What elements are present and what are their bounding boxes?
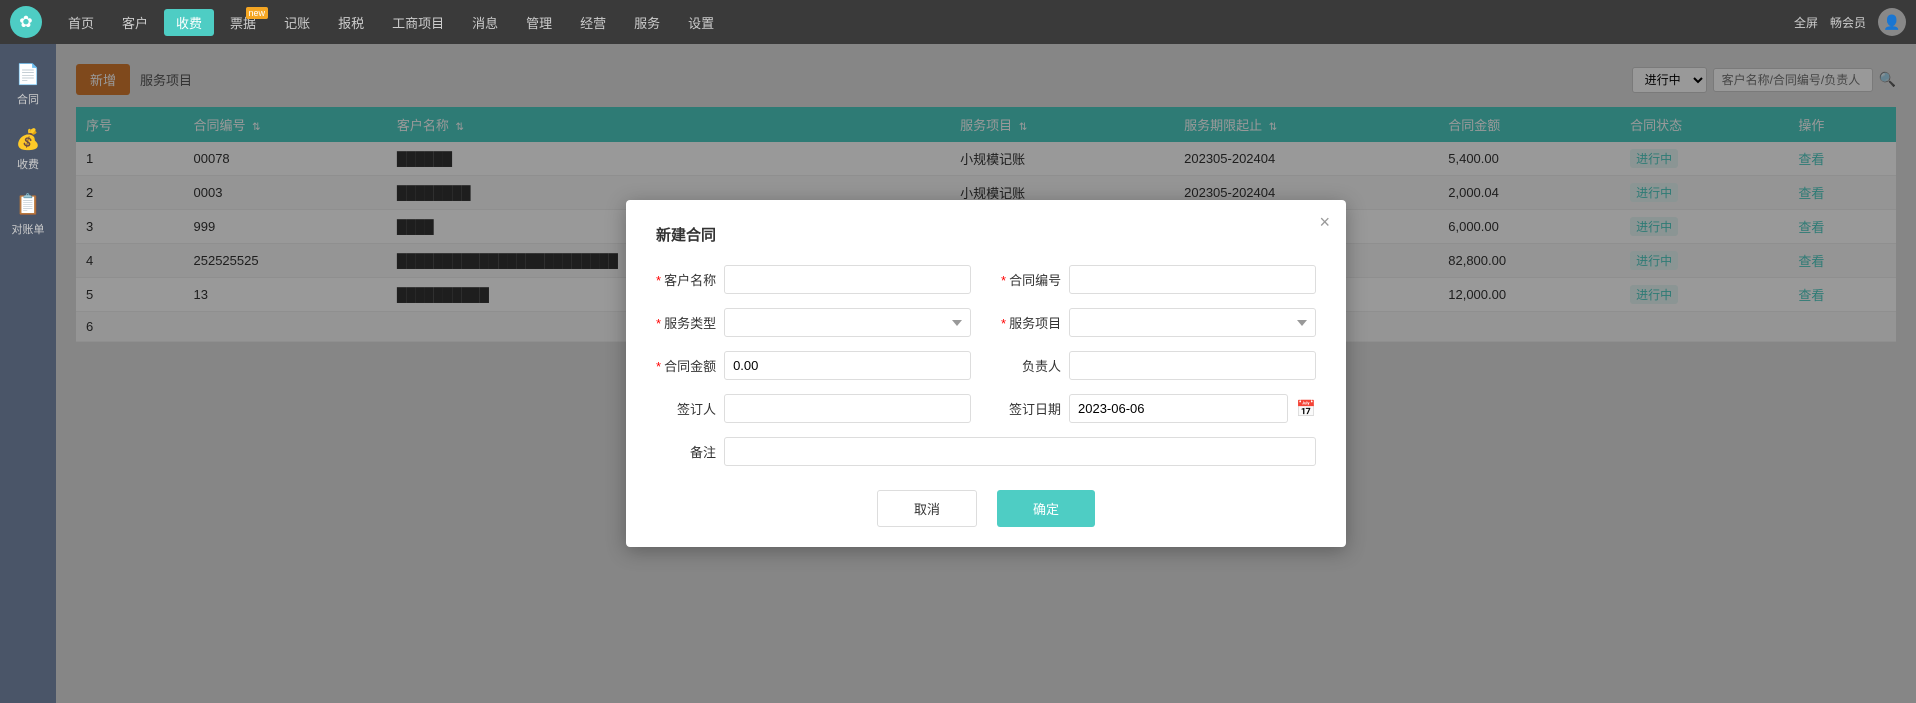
input-contract-no[interactable] — [1069, 265, 1316, 294]
select-service-type[interactable] — [724, 308, 971, 337]
label-customer: 客户名称 — [656, 270, 716, 289]
modal-footer: 取消 确定 — [656, 490, 1316, 527]
nav-service[interactable]: 服务 — [622, 9, 672, 36]
input-remarks[interactable] — [724, 437, 1316, 466]
label-signer: 签订人 — [656, 399, 716, 418]
input-signer[interactable] — [724, 394, 971, 423]
input-contract-amount[interactable] — [724, 351, 971, 380]
cancel-button[interactable]: 取消 — [877, 490, 977, 527]
nav-ticket[interactable]: 票据 new — [218, 9, 268, 36]
nav-customer[interactable]: 客户 — [110, 9, 160, 36]
modal-title: 新建合同 — [656, 224, 1316, 245]
form-row-service-item: 服务项目 — [1001, 308, 1316, 337]
contract-icon: 📄 — [16, 62, 41, 87]
nav-billing[interactable]: 收费 — [164, 9, 214, 36]
form-row-signer: 签订人 — [656, 394, 971, 423]
label-service-type: 服务类型 — [656, 313, 716, 332]
label-responsible: 负责人 — [1001, 356, 1061, 375]
label-amount: 合同金额 — [656, 356, 716, 375]
form-row-responsible: 负责人 — [1001, 351, 1316, 380]
select-service-item[interactable] — [1069, 308, 1316, 337]
vip-label[interactable]: 畅会员 — [1830, 14, 1866, 31]
sidebar: 📄 合同 💰 收费 📋 对账单 — [0, 44, 56, 703]
sidebar-item-contract[interactable]: 📄 合同 — [4, 54, 52, 115]
input-responsible[interactable] — [1069, 351, 1316, 380]
new-badge: new — [246, 7, 269, 19]
new-contract-modal: × 新建合同 客户名称 合同编号 服务类型 — [626, 200, 1346, 547]
input-sign-date[interactable] — [1069, 394, 1288, 423]
nav-bookkeeping[interactable]: 记账 — [272, 9, 322, 36]
fullscreen-label[interactable]: 全屏 — [1794, 14, 1818, 31]
calendar-icon[interactable]: 📅 — [1296, 399, 1316, 419]
form-row-contract-no: 合同编号 — [1001, 265, 1316, 294]
app-logo: ✿ — [10, 6, 42, 38]
form-row-customer: 客户名称 — [656, 265, 971, 294]
form-grid: 客户名称 合同编号 服务类型 服务项目 — [656, 265, 1316, 466]
sidebar-item-reconciliation[interactable]: 📋 对账单 — [4, 184, 52, 245]
form-row-service-type: 服务类型 — [656, 308, 971, 337]
billing-icon: 💰 — [16, 127, 41, 152]
confirm-button[interactable]: 确定 — [997, 490, 1095, 527]
sidebar-item-billing-label: 收费 — [17, 156, 39, 172]
nav-manage[interactable]: 管理 — [514, 9, 564, 36]
nav-tax[interactable]: 报税 — [326, 9, 376, 36]
main-layout: 📄 合同 💰 收费 📋 对账单 新增 服务项目 进行中 已完成 已终止 🔍 — [0, 44, 1916, 703]
nav-home[interactable]: 首页 — [56, 9, 106, 36]
nav-business[interactable]: 工商项目 — [380, 9, 456, 36]
top-navigation: ✿ 首页 客户 收费 票据 new 记账 报税 工商项目 消息 管理 经营 服务… — [0, 0, 1916, 44]
label-sign-date: 签订日期 — [1001, 399, 1061, 418]
label-contract-no: 合同编号 — [1001, 270, 1061, 289]
sidebar-item-contract-label: 合同 — [17, 91, 39, 107]
input-customer-name[interactable] — [724, 265, 971, 294]
sidebar-item-billing[interactable]: 💰 收费 — [4, 119, 52, 180]
nav-operation[interactable]: 经营 — [568, 9, 618, 36]
form-row-remarks: 备注 — [656, 437, 1316, 466]
nav-message[interactable]: 消息 — [460, 9, 510, 36]
label-service-item: 服务项目 — [1001, 313, 1061, 332]
modal-close-button[interactable]: × — [1319, 212, 1330, 233]
reconciliation-icon: 📋 — [16, 192, 41, 217]
avatar[interactable]: 👤 — [1878, 8, 1906, 36]
form-row-amount: 合同金额 — [656, 351, 971, 380]
nav-settings[interactable]: 设置 — [676, 9, 726, 36]
topnav-right: 全屏 畅会员 👤 — [1794, 8, 1906, 36]
form-row-sign-date: 签订日期 📅 — [1001, 394, 1316, 423]
label-remarks: 备注 — [656, 442, 716, 461]
modal-overlay: × 新建合同 客户名称 合同编号 服务类型 — [56, 44, 1916, 703]
content-area: 新增 服务项目 进行中 已完成 已终止 🔍 序号 合同编号 ⇅ — [56, 44, 1916, 703]
sidebar-item-reconciliation-label: 对账单 — [12, 221, 45, 237]
